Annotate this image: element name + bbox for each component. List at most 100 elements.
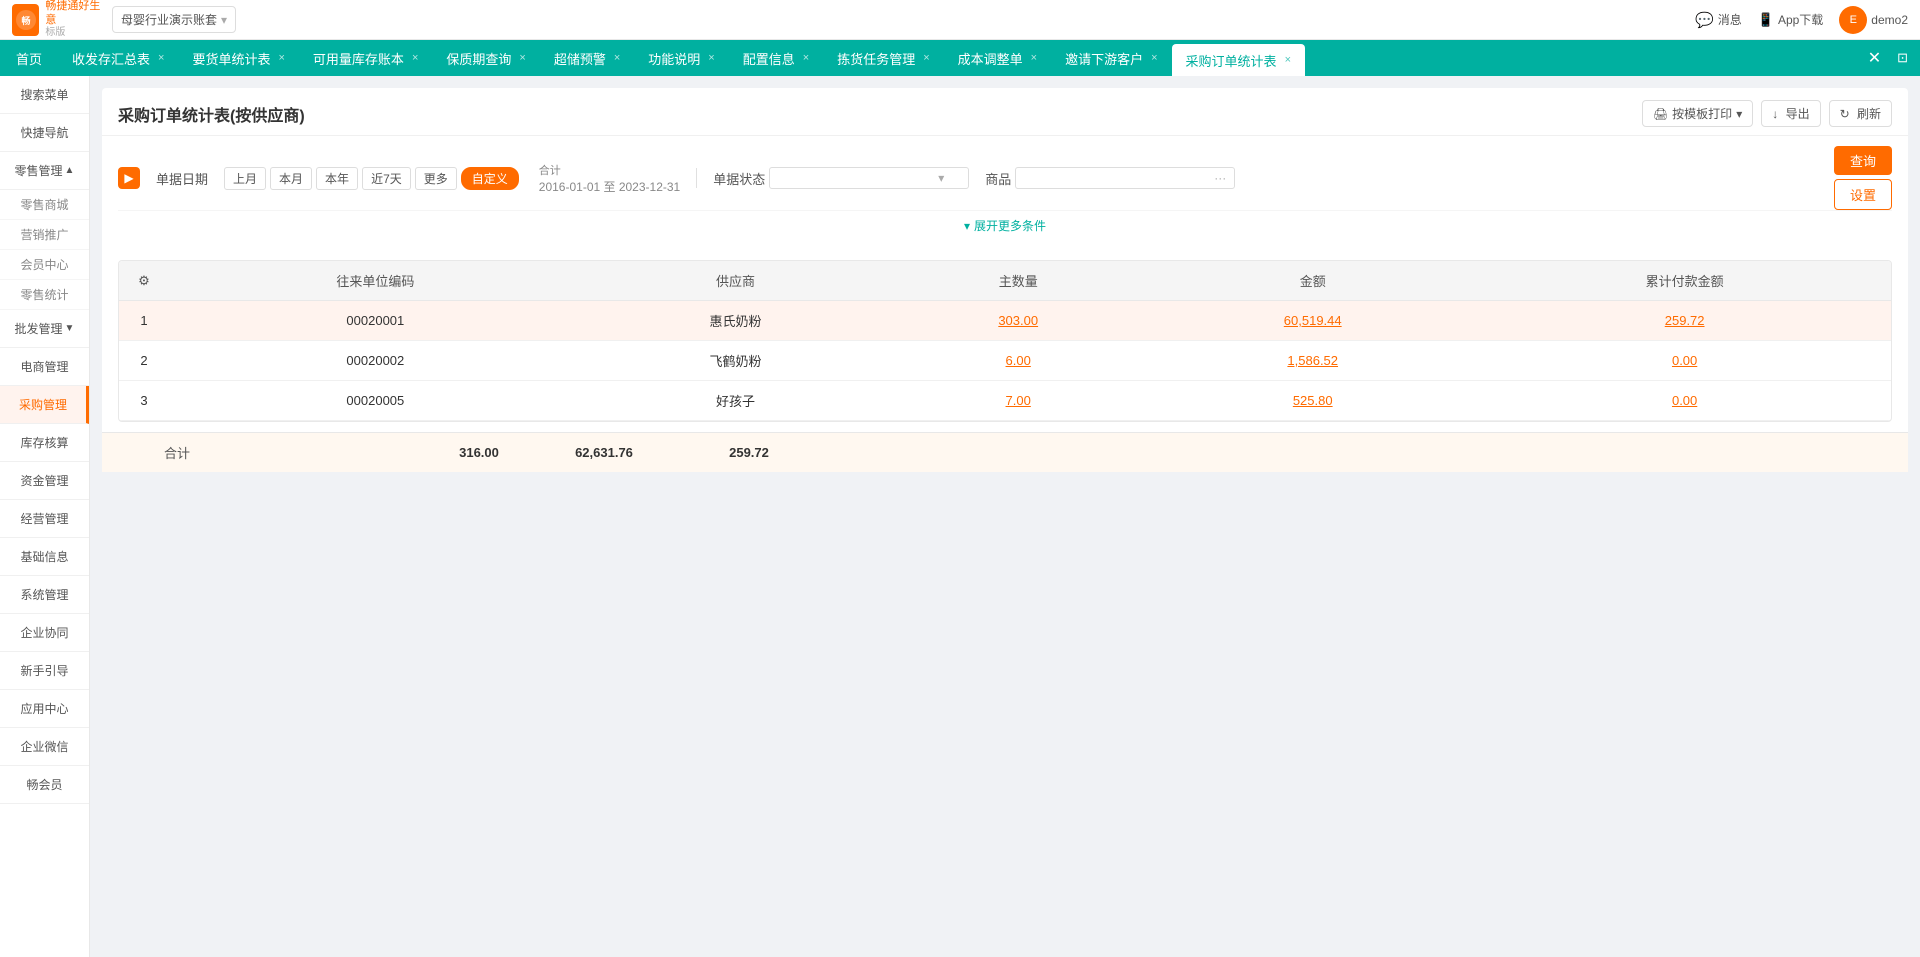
date-btn-7days[interactable]: 近7天 [362, 167, 411, 190]
filter-action-buttons: 查询 设置 [1834, 146, 1892, 210]
cell-amount[interactable]: 1,586.52 [1147, 341, 1478, 381]
sidebar-item-retail-shop[interactable]: 零售商城 [0, 190, 89, 220]
th-paid-amount: 累计付款金额 [1478, 261, 1891, 301]
table-row[interactable]: 2 00020002 飞鹤奶粉 6.00 1,586.52 0.00 [119, 341, 1891, 381]
close-icon[interactable]: × [923, 52, 929, 64]
sidebar-item-system[interactable]: 系统管理 [0, 576, 89, 614]
sidebar-item-ecommerce[interactable]: 电商管理 [0, 348, 89, 386]
tab-采购订单统计表[interactable]: 采购订单统计表 × [1172, 44, 1305, 76]
tab-功能说明[interactable]: 功能说明 × [634, 40, 728, 76]
tab-邀请下游客户[interactable]: 邀请下游客户 × [1051, 40, 1171, 76]
date-btn-custom[interactable]: 自定义 [461, 167, 519, 190]
date-btn-more[interactable]: 更多 [415, 167, 457, 190]
sidebar-item-wechat[interactable]: 企业微信 [0, 728, 89, 766]
sidebar-item-newbie[interactable]: 新手引导 [0, 652, 89, 690]
table-row[interactable]: 3 00020005 好孩子 7.00 525.80 0.00 [119, 381, 1891, 421]
sidebar-item-member[interactable]: 会员中心 [0, 250, 89, 280]
top-bar-right: 💬 消息 📱 App下载 E demo2 [1695, 6, 1908, 34]
date-btn-last-month[interactable]: 上月 [224, 167, 266, 190]
app-download-action[interactable]: 📱 App下载 [1758, 11, 1824, 28]
workspace-selector[interactable]: 母婴行业演示账套 ▾ [112, 6, 236, 33]
cell-supplier: 惠氏奶粉 [582, 301, 890, 341]
table-row[interactable]: 1 00020001 惠氏奶粉 303.00 60,519.44 259.72 [119, 301, 1891, 341]
th-gear[interactable]: ⚙ [119, 261, 169, 301]
tab-拣货任务管理[interactable]: 拣货任务管理 × [823, 40, 943, 76]
template-print-button[interactable]: 🖨 按模板打印 ▾ [1642, 100, 1753, 127]
sidebar-item-purchase[interactable]: 采购管理 [0, 386, 89, 424]
ellipsis-icon[interactable]: ··· [1214, 171, 1226, 185]
sidebar-item-enterprise[interactable]: 企业协同 [0, 614, 89, 652]
title-actions: 🖨 按模板打印 ▾ ↓ 导出 ↻ 刷新 [1642, 100, 1892, 127]
cell-amount[interactable]: 525.80 [1147, 381, 1478, 421]
filter-row: ▶ 单据日期 上月 本月 本年 近7天 更多 自定义 合计 [118, 146, 1892, 210]
status-select[interactable]: ▾ [769, 167, 969, 189]
close-icon[interactable]: × [803, 52, 809, 64]
date-btn-this-month[interactable]: 本月 [270, 167, 312, 190]
sidebar-item-app-center[interactable]: 应用中心 [0, 690, 89, 728]
cell-supplier: 好孩子 [582, 381, 890, 421]
sidebar-item-quick-nav[interactable]: 快捷导航 [0, 114, 89, 152]
sidebar-item-member2[interactable]: 畅会员 [0, 766, 89, 804]
expand-more-button[interactable]: ▾ 展开更多条件 [964, 217, 1046, 234]
sidebar-item-inventory[interactable]: 库存核算 [0, 424, 89, 462]
date-range-display: 合计 2016-01-01 至 2023-12-31 [539, 162, 680, 195]
sidebar-item-finance[interactable]: 资金管理 [0, 462, 89, 500]
chevron-down-icon: ▾ [938, 171, 944, 185]
tab-home[interactable]: 首页 [0, 40, 58, 76]
close-icon[interactable]: × [708, 52, 714, 64]
tab-成本调整单[interactable]: 成本调整单 × [944, 40, 1051, 76]
page-card: 采购订单统计表(按供应商) 🖨 按模板打印 ▾ ↓ 导出 ↻ [102, 88, 1908, 472]
sidebar-item-marketing[interactable]: 营销推广 [0, 220, 89, 250]
product-filter: 商品 ··· [985, 167, 1235, 189]
tab-要货单统计表[interactable]: 要货单统计表 × [178, 40, 298, 76]
avatar: E [1839, 6, 1867, 34]
tab-配置信息[interactable]: 配置信息 × [729, 40, 823, 76]
filter-toggle-button[interactable]: ▶ [118, 167, 140, 189]
close-icon[interactable]: × [158, 52, 164, 64]
user-area[interactable]: E demo2 [1839, 6, 1908, 34]
tab-保质期查询[interactable]: 保质期查询 × [432, 40, 539, 76]
row-num: 2 [119, 341, 169, 381]
cell-paid[interactable]: 0.00 [1478, 381, 1891, 421]
refresh-button[interactable]: ↻ 刷新 [1829, 100, 1892, 127]
close-all-tabs-button[interactable]: ✕ [1864, 46, 1885, 70]
cell-amount[interactable]: 60,519.44 [1147, 301, 1478, 341]
close-icon[interactable]: × [412, 52, 418, 64]
message-action[interactable]: 💬 消息 [1695, 11, 1742, 29]
sidebar-item-operations[interactable]: 经营管理 [0, 500, 89, 538]
close-icon[interactable]: × [614, 52, 620, 64]
query-button[interactable]: 查询 [1834, 146, 1892, 175]
settings-button[interactable]: 设置 [1834, 179, 1892, 210]
cell-qty[interactable]: 303.00 [889, 301, 1147, 341]
cell-paid[interactable]: 259.72 [1478, 301, 1891, 341]
sidebar: 搜索菜单 快捷导航 零售管理 ▲ 零售商城 营销推广 会员中心 零售统计 批发管… [0, 76, 90, 957]
close-icon[interactable]: × [519, 52, 525, 64]
chevron-icon: ▲ [65, 165, 75, 176]
tab-收发存汇总表[interactable]: 收发存汇总表 × [58, 40, 178, 76]
sidebar-item-retail-stats[interactable]: 零售统计 [0, 280, 89, 310]
nav-tabs: 首页 收发存汇总表 × 要货单统计表 × 可用量库存账本 × 保质期查询 × 超… [0, 40, 1920, 76]
export-button[interactable]: ↓ 导出 [1761, 100, 1820, 127]
sidebar-item-retail-mgmt[interactable]: 零售管理 ▲ [0, 152, 89, 190]
close-icon[interactable]: × [1151, 52, 1157, 64]
close-icon[interactable]: × [1285, 54, 1291, 66]
tab-超储预警[interactable]: 超储预警 × [540, 40, 634, 76]
sidebar-item-basic-info[interactable]: 基础信息 [0, 538, 89, 576]
printer-icon: 🖨 [1653, 107, 1668, 121]
cell-qty[interactable]: 7.00 [889, 381, 1147, 421]
cell-code: 00020001 [169, 301, 582, 341]
cell-code: 00020005 [169, 381, 582, 421]
cell-paid[interactable]: 0.00 [1478, 341, 1891, 381]
date-btn-this-year[interactable]: 本年 [316, 167, 358, 190]
close-icon[interactable]: × [278, 52, 284, 64]
product-input[interactable]: ··· [1015, 167, 1235, 189]
cell-supplier: 飞鹤奶粉 [582, 341, 890, 381]
sidebar-item-wholesale[interactable]: 批发管理 ▼ [0, 310, 89, 348]
sidebar-item-search[interactable]: 搜索菜单 [0, 76, 89, 114]
restore-button[interactable]: ⊡ [1893, 48, 1912, 68]
cell-qty[interactable]: 6.00 [889, 341, 1147, 381]
close-icon[interactable]: × [1031, 52, 1037, 64]
th-amount: 金额 [1147, 261, 1478, 301]
tab-可用量库存账本[interactable]: 可用量库存账本 × [299, 40, 432, 76]
th-qty: 主数量 [889, 261, 1147, 301]
